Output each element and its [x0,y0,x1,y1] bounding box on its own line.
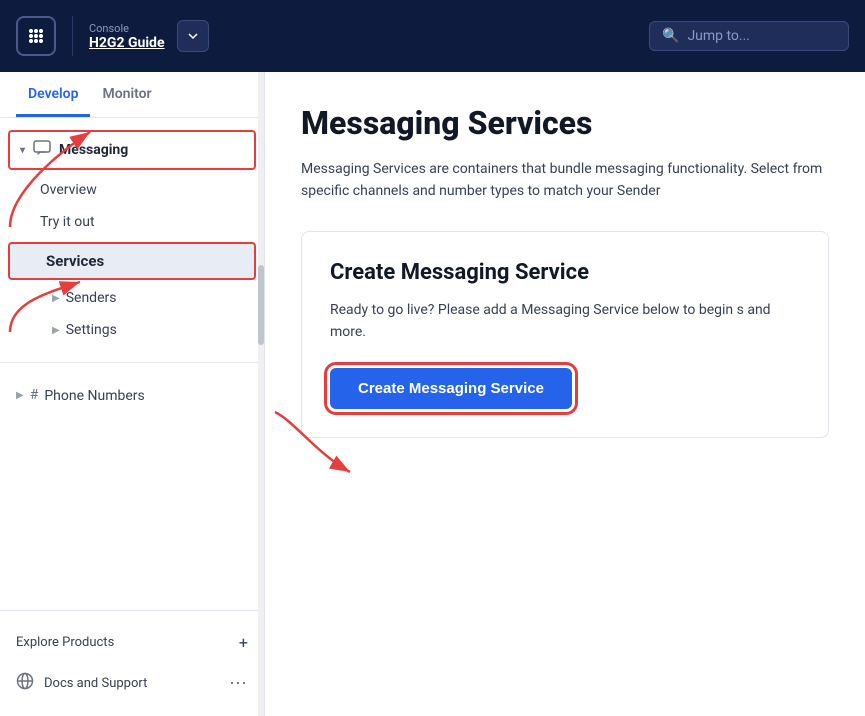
sidebar-docs-support[interactable]: Docs and Support ⋯ [0,662,264,704]
settings-label: Settings [66,322,117,338]
sidebar-explore-products[interactable]: Explore Products + [0,623,264,662]
app-logo[interactable] [16,16,56,56]
card-description: Ready to go live? Please add a Messaging… [330,299,800,344]
nav-item-messaging[interactable]: ▾ Messaging [8,130,256,170]
tryitout-label: Try it out [40,214,95,230]
phone-numbers-label: Phone Numbers [44,387,144,407]
explore-plus-icon: + [239,633,248,652]
settings-chevron: ▶ [52,325,60,336]
nav-item-settings[interactable]: ▶ Settings [0,314,264,346]
phone-icon: # [30,387,39,403]
search-placeholder: Jump to... [687,28,750,44]
docs-label: Docs and Support [44,676,147,691]
project-name[interactable]: H2G2 Guide [89,35,165,51]
explore-label: Explore Products [16,635,114,650]
sidebar-tabs: Develop Monitor [0,72,264,118]
search-box[interactable]: 🔍 Jump to... [649,21,849,51]
console-label: Console [89,22,165,35]
senders-label: Senders [66,290,117,306]
project-dropdown[interactable] [177,20,209,52]
sidebar: Develop Monitor ▾ Messaging Overview [0,72,265,716]
content-area: Messaging Services Messaging Services ar… [265,72,865,716]
nav-item-tryitout[interactable]: Try it out [0,206,264,238]
nav-item-overview[interactable]: Overview [0,174,264,206]
scrollbar-track[interactable] [258,72,264,716]
docs-more-icon[interactable]: ⋯ [229,673,248,694]
messaging-chat-icon [33,140,51,160]
nav-section-phone: ▶ # Phone Numbers [0,371,264,423]
nav-item-phone-numbers[interactable]: ▶ # Phone Numbers [0,379,264,415]
page-title: Messaging Services [301,104,829,142]
messaging-label: Messaging [59,142,128,158]
nav-item-senders[interactable]: ▶ Senders [0,282,264,314]
create-messaging-service-button[interactable]: Create Messaging Service [330,368,572,409]
sidebar-footer: Explore Products + Docs and Support ⋯ [0,610,264,716]
project-info: Console H2G2 Guide [89,22,165,51]
search-icon: 🔍 [662,28,679,44]
create-service-card: Create Messaging Service Ready to go liv… [301,231,829,438]
top-navigation: Console H2G2 Guide 🔍 Jump to... [0,0,865,72]
docs-globe-icon [16,672,34,694]
nav-section-messaging: ▾ Messaging Overview Try it out Services [0,118,264,354]
search-area: 🔍 Jump to... [633,0,865,72]
sidebar-divider [0,362,264,363]
senders-chevron: ▶ [52,293,60,304]
card-title: Create Messaging Service [330,260,800,285]
messaging-chevron: ▾ [20,145,25,156]
tab-monitor[interactable]: Monitor [90,72,163,117]
nav-item-services[interactable]: Services [8,242,256,280]
services-label: Services [46,252,104,270]
phone-chevron: ▶ [16,390,24,401]
tab-develop[interactable]: Develop [16,72,90,117]
nav-divider [72,16,73,56]
overview-label: Overview [40,182,97,198]
main-layout: Develop Monitor ▾ Messaging Overview [0,72,865,716]
scrollbar-thumb[interactable] [258,265,264,345]
content-description: Messaging Services are containers that b… [301,158,829,203]
